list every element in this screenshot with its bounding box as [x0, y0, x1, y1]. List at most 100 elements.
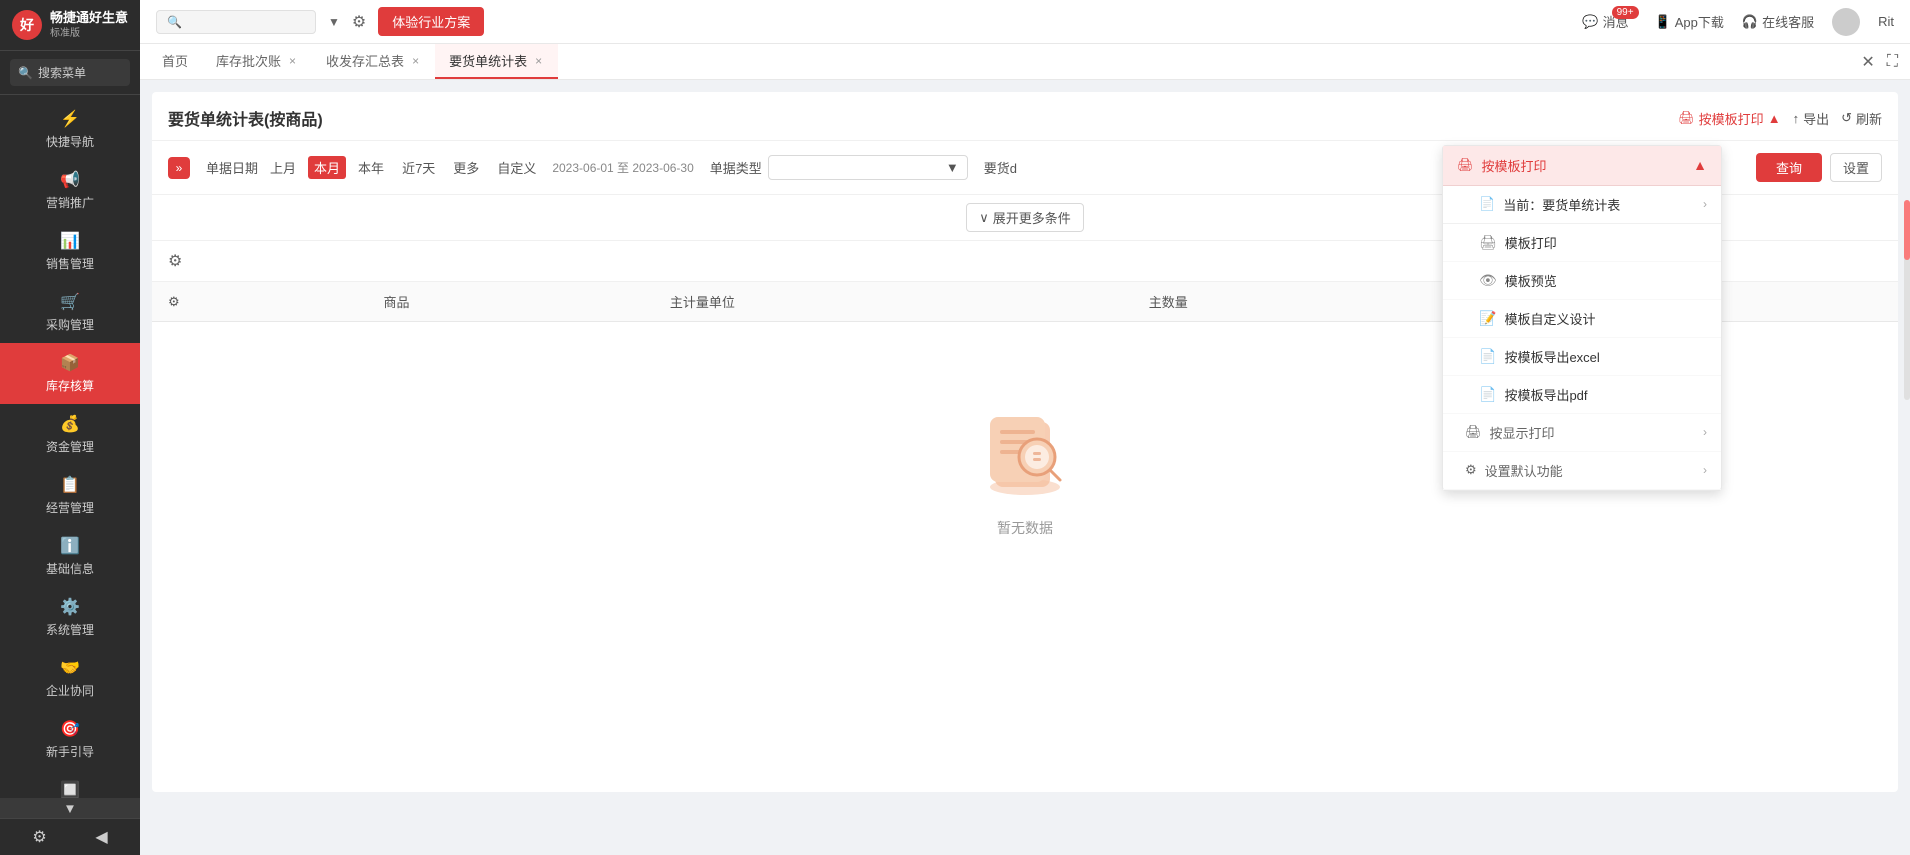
- finance-label: 资金管理: [46, 438, 94, 455]
- search-label: 搜索菜单: [38, 64, 86, 81]
- sidebar-item-enterprise[interactable]: 🤝 企业协同: [0, 648, 140, 709]
- tab-receipt-summary-close[interactable]: ×: [410, 55, 421, 67]
- marketing-icon: 📢: [60, 170, 80, 190]
- date-filter-group: 单据日期 上月 本月 本年 近7天 更多 自定义 2023-06-01 至 20…: [206, 156, 694, 179]
- sidebar-audio-button[interactable]: ◀: [95, 827, 107, 847]
- basic-label: 基础信息: [46, 560, 94, 577]
- page-title: 要货单统计表(按商品): [168, 106, 323, 130]
- export-icon: ↑: [1793, 111, 1800, 126]
- logo-icon: 好: [12, 10, 42, 40]
- sidebar-item-purchase[interactable]: 🛒 采购管理: [0, 282, 140, 343]
- display-print-label: 按显示打印: [1490, 423, 1555, 442]
- app-center-icon: 🔲: [60, 780, 80, 798]
- scrollbar-thumb: [1904, 200, 1910, 260]
- tab-expand-button[interactable]: ⛶: [1883, 49, 1902, 75]
- trial-button[interactable]: 体验行业方案: [378, 7, 484, 36]
- tab-home[interactable]: 首页: [148, 44, 202, 79]
- date-more-button[interactable]: 更多: [447, 156, 485, 179]
- dropdown-item-printer-icon: 🖨: [1479, 234, 1497, 251]
- col-settings: ⚙: [152, 282, 367, 322]
- sidebar-search-button[interactable]: 🔍 搜索菜单: [10, 59, 130, 86]
- avatar: [1832, 8, 1860, 36]
- tab-close-all-button[interactable]: ✕: [1857, 48, 1878, 76]
- sidebar-scroll-down-button[interactable]: ▼: [0, 798, 140, 818]
- dropdown-collapse-button[interactable]: ▲: [1693, 157, 1707, 173]
- sidebar-settings-button[interactable]: ⚙: [32, 827, 46, 847]
- date-last-month-button[interactable]: 上月: [264, 156, 302, 179]
- user-name-label: Rit: [1878, 14, 1894, 29]
- query-button[interactable]: 查询: [1756, 153, 1822, 182]
- quick-nav-icon: ⚡: [60, 109, 80, 129]
- dropdown-item-template-print[interactable]: 🖨 模板打印: [1443, 224, 1721, 262]
- tab-order-stat[interactable]: 要货单统计表 ×: [435, 44, 558, 79]
- current-template-arrow: ›: [1703, 197, 1707, 211]
- template-print-button[interactable]: 🖨 按模板打印 ▲: [1678, 109, 1780, 128]
- sidebar-item-operation[interactable]: 📋 经营管理: [0, 465, 140, 526]
- dropdown-item-export-excel[interactable]: 📄 按模板导出excel: [1443, 338, 1721, 376]
- enterprise-icon: 🤝: [60, 658, 80, 678]
- expand-more-button[interactable]: ∨ 展开更多条件: [966, 203, 1084, 232]
- date-this-year-button[interactable]: 本年: [352, 156, 390, 179]
- display-print-left: 🖨 按显示打印: [1465, 423, 1555, 442]
- app-download-button[interactable]: 📱 App下载: [1655, 12, 1724, 31]
- table-settings-button[interactable]: ⚙: [168, 251, 182, 271]
- purchase-icon: 🛒: [60, 292, 80, 312]
- quick-nav-label: 快捷导航: [46, 133, 94, 150]
- finance-icon: 💰: [60, 414, 80, 434]
- sidebar-item-inventory[interactable]: 📦 库存核算: [0, 343, 140, 404]
- sidebar-item-system[interactable]: ⚙️ 系统管理: [0, 587, 140, 648]
- logo-text: 畅捷通好生意 标准版: [50, 10, 128, 40]
- dropdown-sub-set-default[interactable]: ⚙ 设置默认功能 ›: [1443, 452, 1721, 490]
- header-actions: 💬 消息 99+ 📱 App下载 🎧 在线客服 Rit: [1582, 8, 1894, 36]
- sidebar: 好 畅捷通好生意 标准版 🔍 搜索菜单 ⚡ 快捷导航 📢 营销推广 📊 销售管理…: [0, 0, 140, 855]
- basic-icon: ℹ️: [60, 536, 80, 556]
- sidebar-item-app-center[interactable]: 🔲 应用中心: [0, 770, 140, 798]
- sidebar-item-quick-nav[interactable]: ⚡ 快捷导航: [0, 99, 140, 160]
- tab-batch-account-close[interactable]: ×: [287, 55, 298, 67]
- order-type-select[interactable]: ▼: [768, 155, 968, 180]
- user-name-button[interactable]: Rit: [1878, 14, 1894, 29]
- sidebar-item-guide[interactable]: 🎯 新手引导: [0, 709, 140, 770]
- export-label: 导出: [1803, 109, 1829, 128]
- sidebar-item-marketing[interactable]: 📢 营销推广: [0, 160, 140, 221]
- date-filter-label: 单据日期: [206, 158, 258, 177]
- dropdown-item-template-custom[interactable]: 📝 模板自定义设计: [1443, 300, 1721, 338]
- guide-label: 新手引导: [46, 743, 94, 760]
- right-scrollbar[interactable]: [1904, 200, 1910, 400]
- tab-receipt-summary[interactable]: 收发存汇总表 ×: [312, 44, 435, 79]
- app-download-icon: 📱: [1655, 14, 1671, 30]
- sidebar-item-finance[interactable]: 💰 资金管理: [0, 404, 140, 465]
- dropdown-item-export-pdf[interactable]: 📄 按模板导出pdf: [1443, 376, 1721, 414]
- messages-button[interactable]: 💬 消息 99+: [1582, 12, 1628, 31]
- tab-order-stat-close[interactable]: ×: [533, 55, 544, 67]
- dropdown-item-template-preview[interactable]: 👁 模板预览: [1443, 262, 1721, 300]
- sidebar-nav: ⚡ 快捷导航 📢 营销推广 📊 销售管理 🛒 采购管理 📦 库存核算 💰 资金管…: [0, 95, 140, 798]
- display-print-icon: 🖨: [1465, 424, 1482, 440]
- enterprise-label: 企业协同: [46, 682, 94, 699]
- filter-expand-button[interactable]: »: [168, 157, 190, 179]
- online-service-button[interactable]: 🎧 在线客服: [1742, 12, 1814, 31]
- export-button[interactable]: ↑ 导出: [1793, 109, 1830, 128]
- sidebar-item-basic[interactable]: ℹ️ 基础信息: [0, 526, 140, 587]
- date-custom-button[interactable]: 自定义: [491, 156, 542, 179]
- expand-more-label: 展开更多条件: [993, 208, 1071, 227]
- date-this-month-button[interactable]: 本月: [308, 156, 346, 179]
- sidebar-item-sales[interactable]: 📊 销售管理: [0, 221, 140, 282]
- set-default-left: ⚙ 设置默认功能: [1465, 461, 1563, 480]
- header-dropdown-button[interactable]: ▼: [328, 15, 340, 29]
- date-7days-button[interactable]: 近7天: [396, 156, 441, 179]
- tab-batch-account[interactable]: 库存批次账 ×: [202, 44, 312, 79]
- dropdown-current-template[interactable]: 📄 当前：要货单统计表 ›: [1443, 186, 1721, 224]
- header-settings-button[interactable]: ⚙: [352, 12, 366, 32]
- inventory-label: 库存核算: [46, 377, 94, 394]
- filter-settings-button[interactable]: 设置: [1830, 153, 1882, 182]
- messages-badge: 99+: [1612, 6, 1639, 19]
- page-card: 要货单统计表(按商品) 🖨 按模板打印 ▲ ↑ 导出 ↺ 刷新: [152, 92, 1898, 792]
- date-range-text: 2023-06-01 至 2023-06-30: [552, 159, 693, 176]
- sidebar-search-area: 🔍 搜索菜单: [0, 51, 140, 95]
- dropdown-sub-display-print[interactable]: 🖨 按显示打印 ›: [1443, 414, 1721, 452]
- refresh-button[interactable]: ↺ 刷新: [1841, 109, 1882, 128]
- header-search-input[interactable]: [187, 15, 307, 29]
- set-default-icon: ⚙: [1465, 462, 1477, 478]
- user-avatar-button[interactable]: [1832, 8, 1860, 36]
